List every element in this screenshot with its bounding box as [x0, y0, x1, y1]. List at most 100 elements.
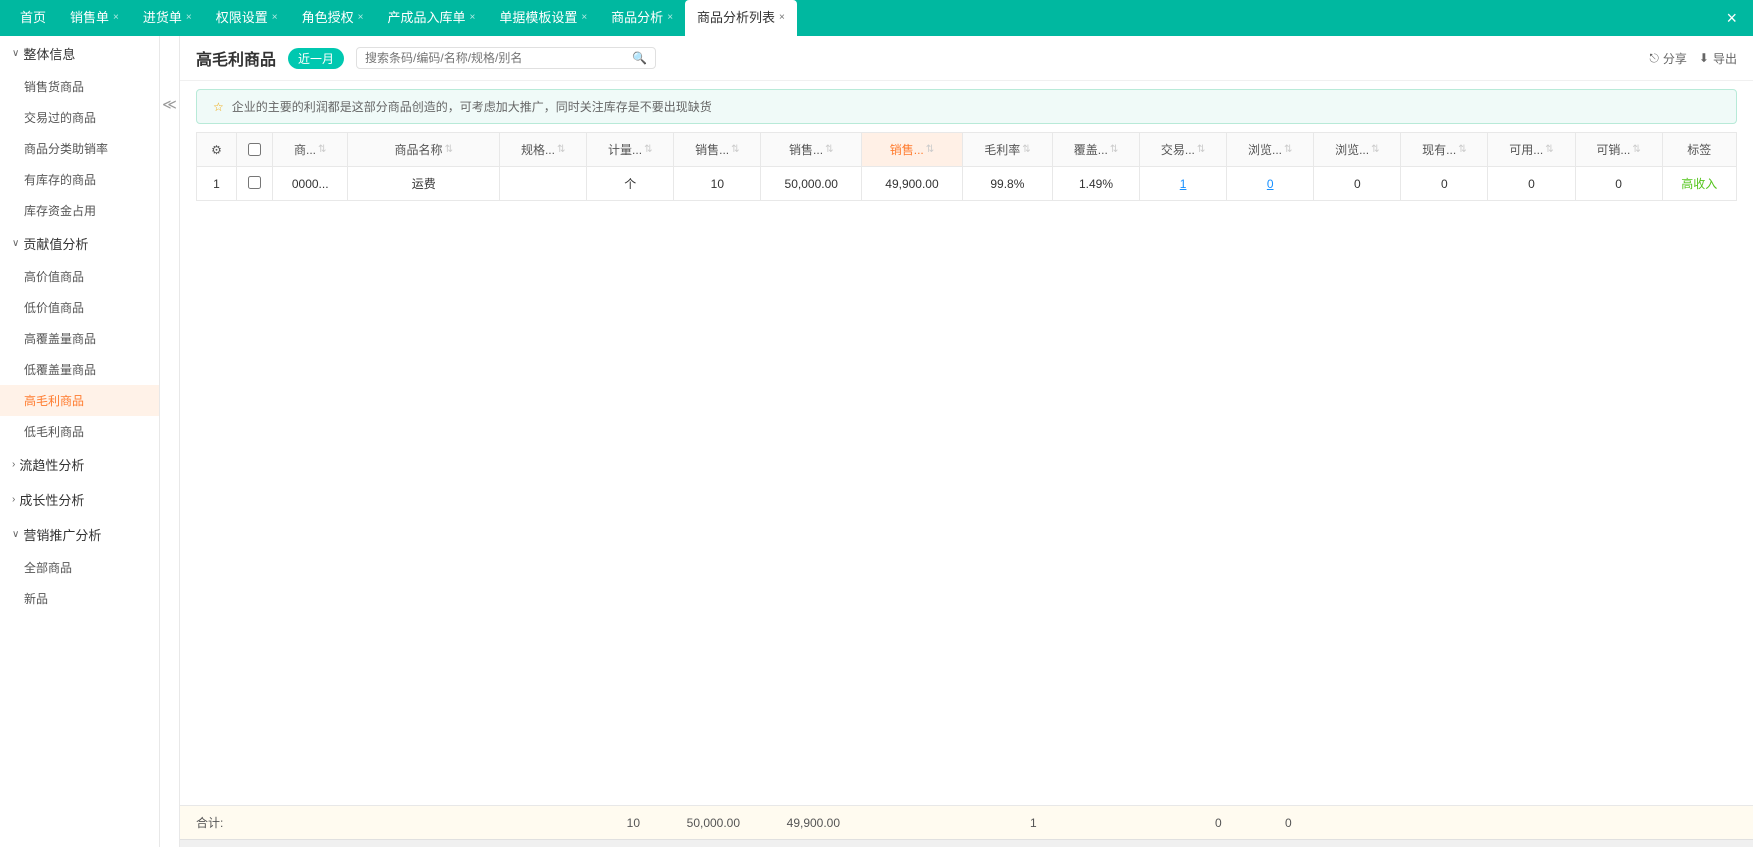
close-sales-order-icon[interactable]: × [113, 0, 119, 36]
col-unit: 计量... ⇅ [587, 133, 674, 167]
sidebar-item-traded-goods[interactable]: 交易过的商品 [0, 102, 159, 133]
bottom-scrollbar[interactable] [180, 839, 1753, 847]
footer-sales-profit: 49,900.00 [763, 816, 863, 830]
close-analysis-list-icon[interactable]: × [779, 0, 785, 36]
total-label: 合计: [196, 814, 223, 831]
col-spec: 规格... ⇅ [500, 133, 587, 167]
sidebar-group-marketing-items: 全部商品 新品 [0, 552, 159, 614]
sidebar-group-trend[interactable]: › 流趋性分析 [0, 447, 159, 482]
nav-template-settings[interactable]: 单据模板设置 × [487, 0, 599, 36]
footer-bar: 合计: 10 50,000.00 49,900.00 1 0 0 [180, 805, 1753, 839]
search-box[interactable]: 🔍 [356, 47, 656, 69]
sidebar-item-low-value[interactable]: 低价值商品 [0, 292, 159, 323]
sidebar-item-high-margin[interactable]: 高毛利商品 [0, 385, 159, 416]
cell-spec [500, 167, 587, 201]
sidebar-item-category-rate[interactable]: 商品分类助销率 [0, 133, 159, 164]
sidebar-group-overview[interactable]: ∨ 整体信息 [0, 36, 159, 71]
select-all-checkbox[interactable] [248, 143, 261, 156]
close-product-inbound-icon[interactable]: × [469, 0, 475, 36]
sort-sales-qty-icon[interactable]: ⇅ [731, 144, 739, 155]
browse1-link[interactable]: 0 [1267, 177, 1274, 191]
close-window-button[interactable]: × [1718, 8, 1745, 29]
sidebar-group-growth[interactable]: › 成长性分析 [0, 482, 159, 517]
sidebar-item-all-goods[interactable]: 全部商品 [0, 552, 159, 583]
col-gross-margin: 毛利率 ⇅ [962, 133, 1052, 167]
sort-profit-icon[interactable]: ⇅ [926, 144, 934, 155]
close-role-icon[interactable]: × [358, 0, 364, 36]
close-template-icon[interactable]: × [581, 0, 587, 36]
sidebar-item-new-goods[interactable]: 新品 [0, 583, 159, 614]
close-permission-icon[interactable]: × [272, 0, 278, 36]
search-icon[interactable]: 🔍 [632, 51, 647, 65]
sidebar-item-sales-goods[interactable]: 销售货商品 [0, 71, 159, 102]
sidebar-group-marketing[interactable]: ∨ 营销推广分析 [0, 517, 159, 552]
cell-saleable: 0 [1575, 167, 1662, 201]
cell-browse2: 0 [1314, 167, 1401, 201]
footer-sales-qty: 10 [603, 816, 663, 830]
nav-home[interactable]: 首页 [8, 0, 58, 36]
sort-code-icon[interactable]: ⇅ [318, 144, 326, 155]
search-input[interactable] [365, 51, 626, 65]
transaction-link[interactable]: 1 [1180, 177, 1187, 191]
row-checkbox[interactable] [248, 176, 261, 189]
nav-product-analysis-list[interactable]: 商品分析列表 × [685, 0, 797, 36]
sort-coverage-icon[interactable]: ⇅ [1110, 144, 1118, 155]
top-nav: 首页 销售单 × 进货单 × 权限设置 × 角色授权 × 产成品入库单 × 单据… [0, 0, 1753, 36]
tip-icon: ☆ [213, 100, 224, 114]
cell-sales-qty: 10 [674, 167, 761, 201]
filter-tag[interactable]: 近一月 [288, 48, 344, 69]
cell-sales-amount: 50,000.00 [761, 167, 862, 201]
sort-unit-icon[interactable]: ⇅ [644, 144, 652, 155]
sidebar-item-high-coverage[interactable]: 高覆盖量商品 [0, 323, 159, 354]
export-button[interactable]: ⬇ 导出 [1699, 50, 1737, 67]
sidebar-group-contribution[interactable]: ∨ 贡献值分析 [0, 226, 159, 261]
sort-browse1-icon[interactable]: ⇅ [1284, 144, 1292, 155]
collapse-icon: ≪ [162, 96, 177, 113]
sidebar-item-stock-capital[interactable]: 库存资金占用 [0, 195, 159, 226]
nav-product-analysis[interactable]: 商品分析 × [599, 0, 685, 36]
sort-sales-amount-icon[interactable]: ⇅ [825, 144, 833, 155]
table-container: ⚙ 商... ⇅ [180, 132, 1753, 805]
expand-growth-icon: › [12, 494, 15, 505]
col-code: 商... ⇅ [273, 133, 348, 167]
sidebar-collapse-button[interactable]: ≪ [160, 36, 180, 847]
info-banner: ☆ 企业的主要的利润都是这部分商品创造的，可考虑加大推广，同时关注库存是不要出现… [196, 89, 1737, 124]
col-current-stock: 现有... ⇅ [1401, 133, 1488, 167]
col-settings[interactable]: ⚙ [197, 133, 237, 167]
nav-role-auth[interactable]: 角色授权 × [290, 0, 376, 36]
sort-margin-icon[interactable]: ⇅ [1022, 144, 1030, 155]
share-button[interactable]: ⎋ 分享 [1649, 50, 1687, 67]
nav-purchase-order[interactable]: 进货单 × [131, 0, 204, 36]
sidebar-item-in-stock[interactable]: 有库存的商品 [0, 164, 159, 195]
expand-marketing-icon: ∨ [12, 529, 19, 540]
nav-sales-order[interactable]: 销售单 × [58, 0, 131, 36]
sort-name-icon[interactable]: ⇅ [445, 144, 453, 155]
nav-product-inbound[interactable]: 产成品入库单 × [375, 0, 487, 36]
cell-sales-profit: 49,900.00 [862, 167, 963, 201]
cell-name: 运费 [348, 167, 500, 201]
sort-spec-icon[interactable]: ⇅ [557, 144, 565, 155]
sort-available-icon[interactable]: ⇅ [1545, 144, 1553, 155]
col-checkbox[interactable] [237, 133, 273, 167]
cell-unit: 个 [587, 167, 674, 201]
sidebar-item-low-coverage[interactable]: 低覆盖量商品 [0, 354, 159, 385]
close-purchase-order-icon[interactable]: × [186, 0, 192, 36]
sidebar-item-low-margin[interactable]: 低毛利商品 [0, 416, 159, 447]
sort-stock-icon[interactable]: ⇅ [1458, 144, 1466, 155]
tag-badge: 高收入 [1681, 177, 1717, 191]
close-analysis-icon[interactable]: × [667, 0, 673, 36]
sort-browse2-icon[interactable]: ⇅ [1371, 144, 1379, 155]
export-icon: ⬇ [1699, 51, 1709, 65]
sort-transaction-icon[interactable]: ⇅ [1197, 144, 1205, 155]
footer-available: 0 [1253, 816, 1323, 830]
cell-tag: 高收入 [1662, 167, 1736, 201]
footer-current-stock: 0 [1183, 816, 1253, 830]
col-sales-profit: 销售... ⇅ [862, 133, 963, 167]
sidebar-item-high-value[interactable]: 高价值商品 [0, 261, 159, 292]
cell-checkbox[interactable] [237, 167, 273, 201]
table-header-row: ⚙ 商... ⇅ [197, 133, 1737, 167]
cell-browse1: 0 [1227, 167, 1314, 201]
col-tag: 标签 [1662, 133, 1736, 167]
sort-saleable-icon[interactable]: ⇅ [1632, 144, 1640, 155]
nav-permission-settings[interactable]: 权限设置 × [204, 0, 290, 36]
